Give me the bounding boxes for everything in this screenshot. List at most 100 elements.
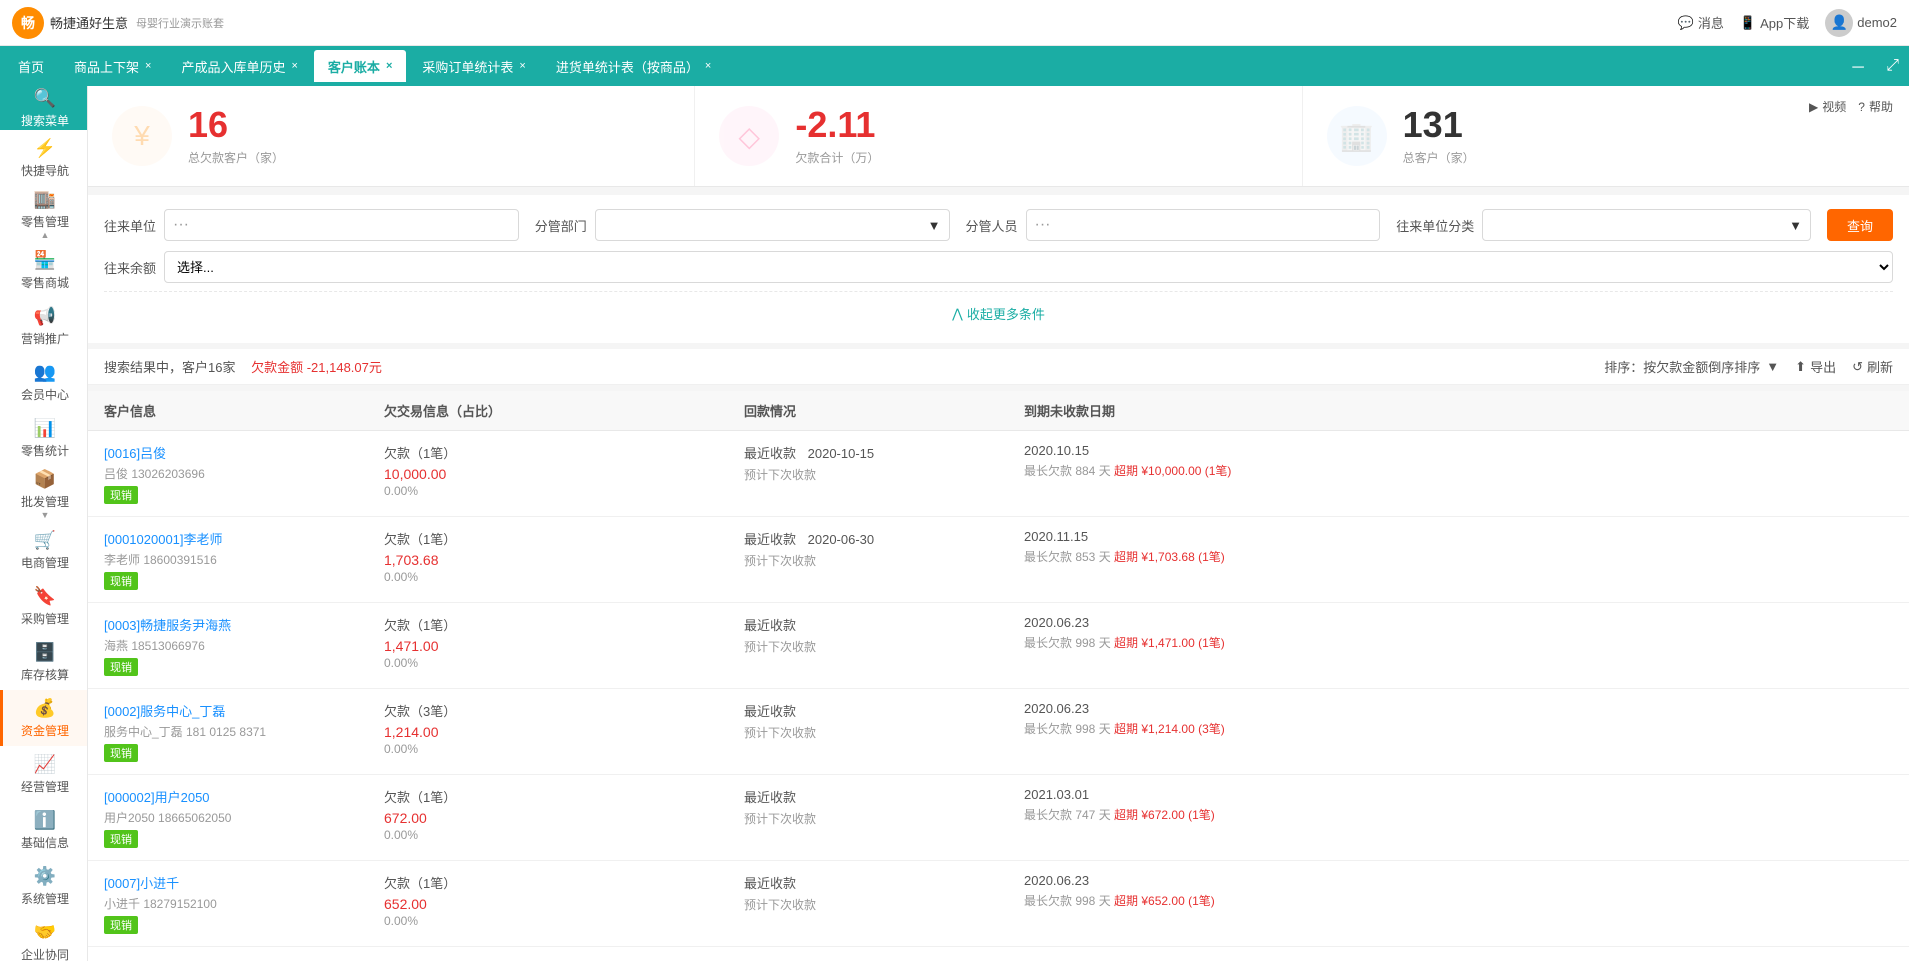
app-download-button[interactable]: 📱 App下载 — [1740, 13, 1809, 32]
sidebar-item-stock[interactable]: 🗄️ 库存核算 — [0, 634, 87, 690]
debt-info-6: 欠款（1笔） 652.00 0.00% — [384, 873, 744, 928]
refresh-icon: ↺ — [1852, 359, 1863, 375]
dept-select[interactable]: ▼ — [595, 209, 950, 241]
tab-home[interactable]: 首页 — [4, 50, 58, 82]
close-icon[interactable]: × — [386, 60, 392, 72]
sidebar-item-member[interactable]: 👥 会员中心 — [0, 354, 87, 410]
header-overdue: 到期未收款日期 — [1024, 401, 1893, 420]
customer-phone-1: 吕俊 13026203696 — [104, 465, 384, 482]
collapse-button[interactable]: ⋀ 收起更多条件 — [104, 298, 1893, 329]
help-button[interactable]: ? 帮助 — [1858, 98, 1893, 115]
refresh-button[interactable]: ↺ 刷新 — [1852, 357, 1893, 376]
tab-purchase-order[interactable]: 采购订单统计表 × — [408, 50, 539, 82]
user-menu[interactable]: 👤 demo2 — [1825, 9, 1897, 37]
debt-count-2: 欠款（1笔） — [384, 529, 744, 548]
stock-label: 库存核算 — [21, 666, 69, 683]
recovery-label-2: 最近收款 2020-06-30 — [744, 529, 1024, 548]
overdue-link-3[interactable]: 超期 ¥1,471.00 (1笔) — [1114, 636, 1225, 650]
overdue-link-6[interactable]: 超期 ¥652.00 (1笔) — [1114, 894, 1215, 908]
sidebar-search-menu[interactable]: 🔍 搜索菜单 — [0, 86, 87, 130]
filter-person: 分管人员 ··· — [966, 209, 1381, 241]
customer-phone-5: 用户2050 18665062050 — [104, 809, 384, 826]
debt-count-3: 欠款（1笔） — [384, 615, 744, 634]
stat-label-debt-total: 欠款合计（万） — [795, 149, 879, 166]
overdue-info-2: 2020.11.15 最长欠款 853 天 超期 ¥1,703.68 (1笔) — [1024, 529, 1893, 565]
category-select[interactable]: ▼ — [1482, 209, 1811, 241]
filter-supplier: 往来单位 ··· — [104, 209, 519, 241]
debt-percent-2: 0.00% — [384, 570, 744, 584]
overdue-link-1[interactable]: 超期 ¥10,000.00 (1笔) — [1114, 464, 1231, 478]
sidebar-item-ecommerce[interactable]: 🛒 电商管理 — [0, 522, 87, 578]
basic-info-icon: ℹ️ — [34, 810, 56, 831]
close-icon[interactable]: × — [705, 60, 711, 72]
overdue-link-2[interactable]: 超期 ¥1,703.68 (1笔) — [1114, 550, 1225, 564]
sidebar-item-marketing[interactable]: 📢 营销推广 — [0, 298, 87, 354]
customer-name-3[interactable]: [0003]畅捷服务尹海燕 — [104, 618, 231, 633]
sidebar-item-operations[interactable]: 📈 经营管理 — [0, 746, 87, 802]
person-label: 分管人员 — [966, 216, 1018, 235]
sidebar-item-retail-store[interactable]: 🏪 零售商城 — [0, 242, 87, 298]
close-icon[interactable]: × — [291, 60, 297, 72]
sidebar-item-finance[interactable]: 💰 资金管理 — [0, 690, 87, 746]
header-debt: 欠交易信息（占比） — [384, 401, 744, 420]
recovery-info-6: 最近收款 预计下次收款 — [744, 873, 1024, 913]
sort-selector[interactable]: 排序：按欠款金额倒序排序 ▼ — [1604, 357, 1779, 376]
overdue-date-2: 2020.11.15 — [1024, 529, 1893, 544]
tab-inventory-stat[interactable]: 进货单统计表（按商品） × — [542, 50, 725, 82]
export-button[interactable]: ⬆ 导出 — [1795, 357, 1836, 376]
overdue-info-4: 2020.06.23 最长欠款 998 天 超期 ¥1,214.00 (3笔) — [1024, 701, 1893, 737]
chevron-down-icon2: ▼ — [1789, 218, 1802, 233]
sidebar-item-retail-stat[interactable]: 📊 零售统计 — [0, 410, 87, 466]
close-icon[interactable]: × — [519, 60, 525, 72]
customer-name-4[interactable]: [0002]服务中心_丁磊 — [104, 704, 225, 719]
category-label: 往来单位分类 — [1396, 216, 1474, 235]
sidebar-item-enterprise[interactable]: 🤝 企业协同 — [0, 914, 87, 961]
sidebar-item-batch-mgmt[interactable]: 📦 批发管理 ▼ — [0, 466, 87, 522]
supplier-dots: ··· — [173, 216, 189, 234]
quick-nav-label: 快捷导航 — [21, 162, 69, 179]
debt-percent-1: 0.00% — [384, 484, 744, 498]
debt-info-3: 欠款（1笔） 1,471.00 0.00% — [384, 615, 744, 670]
recovery-info-4: 最近收款 预计下次收款 — [744, 701, 1024, 741]
tab-minimize-button[interactable]: － — [1844, 54, 1872, 78]
messages-button[interactable]: 💬 消息 — [1678, 13, 1724, 32]
query-button[interactable]: 查询 — [1827, 209, 1893, 241]
customer-name-5[interactable]: [000002]用户2050 — [104, 790, 210, 805]
filter-row-1: 往来单位 ··· 分管部门 ▼ 分管人员 ··· — [104, 209, 1893, 241]
tab-maximize-button[interactable]: ⤢ — [1880, 57, 1905, 75]
user-name: demo2 — [1857, 15, 1897, 30]
recovery-next-1: 预计下次收款 — [744, 466, 1024, 483]
overdue-detail-6: 最长欠款 998 天 超期 ¥652.00 (1笔) — [1024, 892, 1893, 909]
sidebar-item-retail-mgmt[interactable]: 🏬 零售管理 ▲ — [0, 186, 87, 242]
close-icon[interactable]: × — [145, 60, 151, 72]
debt-amount-4: 1,214.00 — [384, 724, 744, 740]
customer-name-1[interactable]: [0016]吕俊 — [104, 446, 166, 461]
balance-select[interactable]: 选择... — [164, 251, 1893, 283]
debt-info-2: 欠款（1笔） 1,703.68 0.00% — [384, 529, 744, 584]
stat-icon-total: ◇ — [719, 106, 779, 166]
supplier-input[interactable]: ··· — [164, 209, 519, 241]
overdue-link-5[interactable]: 超期 ¥672.00 (1笔) — [1114, 808, 1215, 822]
tab-product-offshelf[interactable]: 商品上下架 × — [60, 50, 165, 82]
logo-text: 畅捷通好生意 — [50, 13, 128, 32]
main-layout: 🔍 搜索菜单 ⚡ 快捷导航 🏬 零售管理 ▲ 🏪 零售商城 📢 营销推广 👥 会… — [0, 86, 1909, 961]
export-label: 导出 — [1810, 357, 1836, 376]
filter-panel: 往来单位 ··· 分管部门 ▼ 分管人员 ··· — [88, 195, 1909, 343]
help-icon: ? — [1858, 100, 1865, 114]
customer-name-6[interactable]: [0007]小进千 — [104, 876, 179, 891]
overdue-link-4[interactable]: 超期 ¥1,214.00 (3笔) — [1114, 722, 1225, 736]
tab-customer-account[interactable]: 客户账本 × — [314, 50, 406, 82]
sidebar-quick-nav[interactable]: ⚡ 快捷导航 — [0, 130, 87, 186]
sidebar-item-system[interactable]: ⚙️ 系统管理 — [0, 858, 87, 914]
person-input[interactable]: ··· — [1026, 209, 1381, 241]
video-button[interactable]: ▶ 视频 — [1809, 98, 1846, 115]
app-icon: 📱 — [1740, 15, 1756, 31]
tab-product-instock[interactable]: 产成品入库单历史 × — [167, 50, 311, 82]
sidebar-item-basic-info[interactable]: ℹ️ 基础信息 — [0, 802, 87, 858]
sidebar-item-purchase[interactable]: 🔖 采购管理 — [0, 578, 87, 634]
table-row: [0006]去下粮仓 陈小希 现销 欠款（1笔） 455.90 0.00% 最近… — [88, 947, 1909, 961]
customer-name-2[interactable]: [0001020001]李老师 — [104, 532, 223, 547]
recovery-next-5: 预计下次收款 — [744, 810, 1024, 827]
table-row: [000002]用户2050 用户2050 18665062050 现销 欠款（… — [88, 775, 1909, 861]
overdue-date-5: 2021.03.01 — [1024, 787, 1893, 802]
